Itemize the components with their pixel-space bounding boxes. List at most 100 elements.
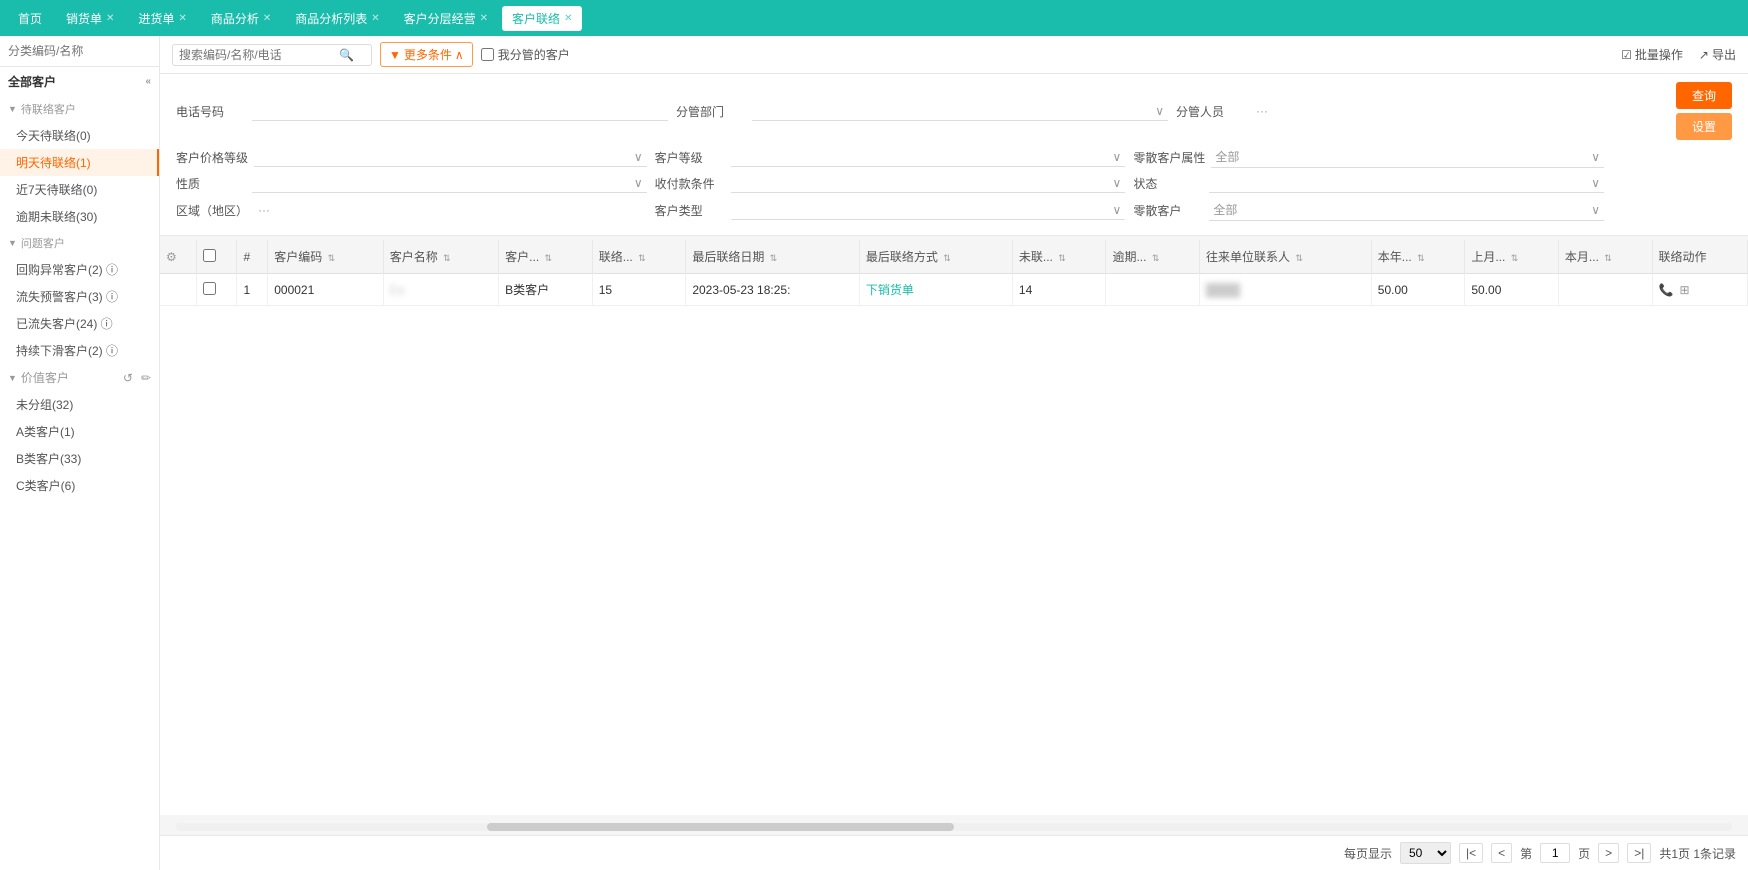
filter-select-retail-attr[interactable]: 全部 ∨	[1211, 146, 1604, 168]
filter-input-phone[interactable]	[252, 102, 668, 121]
row-checkbox[interactable]	[203, 282, 216, 295]
batch-icon: ☑	[1621, 48, 1632, 62]
collapse-icon: «	[145, 76, 151, 87]
sidebar-item-ungrouped[interactable]: 未分组(32)	[0, 391, 159, 418]
nav-home[interactable]: 首页	[8, 6, 52, 31]
last-contact-link[interactable]: 下销货单	[866, 283, 914, 297]
gear-icon[interactable]: ⚙	[166, 250, 177, 264]
sidebar-item-overdue-contact[interactable]: 逾期未联络(30)	[0, 203, 159, 230]
batch-ops-button[interactable]: ☑ 批量操作	[1621, 46, 1683, 63]
filter-select-department[interactable]: ∨	[752, 102, 1168, 121]
col-gear[interactable]: ⚙	[160, 240, 196, 274]
filter-retail-attr: 零散客户属性 全部 ∨	[1133, 146, 1604, 168]
nav-sales-order[interactable]: 销货单 ✕	[56, 6, 124, 31]
per-page-select[interactable]: 50 100 200	[1400, 842, 1451, 864]
edit-icon[interactable]: ✏	[141, 371, 151, 385]
nav-purchase-order[interactable]: 进货单 ✕	[128, 6, 196, 31]
filter-label-payment: 收付款条件	[655, 175, 725, 192]
filter-action-buttons: 查询 设置	[1676, 82, 1732, 140]
page-number-input[interactable]	[1540, 843, 1570, 863]
sidebar-item-declining[interactable]: 持续下滑客户(2) ⓘ	[0, 337, 159, 364]
first-page-button[interactable]: |<	[1459, 843, 1483, 863]
filter-payment: 收付款条件 ∨	[655, 174, 1126, 193]
action-icons: 📞 ⊞	[1659, 283, 1742, 297]
filter-dots-region[interactable]: ···	[254, 201, 274, 219]
close-icon[interactable]: ✕	[178, 13, 186, 24]
nav-product-analysis-list[interactable]: 商品分析列表 ✕	[285, 6, 389, 31]
sidebar-group-problem-customers[interactable]: 问题客户	[0, 230, 159, 256]
col-action: 联络动作	[1652, 240, 1748, 274]
filter-select-customer-level[interactable]: ∨	[731, 148, 1126, 167]
last-page-button[interactable]: >|	[1627, 843, 1651, 863]
sidebar-item-week-contact[interactable]: 近7天待联络(0)	[0, 176, 159, 203]
close-icon[interactable]: ✕	[480, 13, 488, 24]
filter-label-customer-level: 客户等级	[655, 149, 725, 166]
col-code[interactable]: 客户编码 ⇅	[268, 240, 383, 274]
filter-label-price-level: 客户价格等级	[176, 149, 248, 166]
search-input[interactable]	[179, 48, 339, 62]
sidebar-item-class-a[interactable]: A类客户(1)	[0, 418, 159, 445]
filter-select-status[interactable]: ∨	[1209, 174, 1604, 193]
sidebar-group-value-customers[interactable]: 价值客户 ↺ ✏	[0, 364, 159, 391]
nav-customer-contact[interactable]: 客户联络 ✕	[502, 6, 582, 31]
close-icon[interactable]: ✕	[564, 13, 572, 24]
sidebar-item-churned[interactable]: 已流失客户(24) ⓘ	[0, 310, 159, 337]
nav-customer-segmentation[interactable]: 客户分层经营 ✕	[394, 6, 498, 31]
filter-dots-person[interactable]: ···	[1252, 102, 1272, 120]
col-contact[interactable]: 联络... ⇅	[592, 240, 686, 274]
close-icon[interactable]: ✕	[371, 13, 379, 24]
col-checkbox[interactable]	[196, 240, 237, 274]
filter-select-customer-type[interactable]: ∨	[731, 201, 1126, 220]
filter-select-nature[interactable]: ∨	[252, 174, 647, 193]
filter-panel: 电话号码 分管部门 ∨ 分管人员 ··· 查询 设置	[160, 74, 1748, 236]
col-last-contact-date[interactable]: 最后联络日期 ⇅	[686, 240, 860, 274]
sidebar-group-pending-contact[interactable]: 待联络客户	[0, 96, 159, 122]
filter-select-price-level[interactable]: ∨	[254, 148, 647, 167]
col-overdue[interactable]: 逾期... ⇅	[1106, 240, 1200, 274]
sidebar-search-area: 🔍	[0, 36, 159, 67]
scroll-thumb[interactable]	[487, 823, 954, 831]
my-customers-checkbox-label[interactable]: 我分管的客户	[481, 46, 570, 63]
col-this-month[interactable]: 本月... ⇅	[1558, 240, 1652, 274]
more-conditions-button[interactable]: ▼ 更多条件 ∧	[380, 42, 473, 67]
sidebar-item-abnormal-repurchase[interactable]: 回购异常客户(2) ⓘ	[0, 256, 159, 283]
export-button[interactable]: ↗ 导出	[1699, 46, 1736, 63]
sidebar-item-churn-warning[interactable]: 流失预警客户(3) ⓘ	[0, 283, 159, 310]
sidebar-search-input[interactable]	[8, 44, 160, 58]
sidebar-item-tomorrow-contact[interactable]: 明天待联络(1)	[0, 149, 159, 176]
page-unit-label: 页	[1578, 845, 1590, 862]
query-button[interactable]: 查询	[1676, 82, 1732, 109]
my-customers-checkbox[interactable]	[481, 48, 494, 61]
refresh-icon[interactable]: ↺	[123, 371, 133, 385]
setting-button[interactable]: 设置	[1676, 113, 1732, 140]
col-name[interactable]: 客户名称 ⇅	[383, 240, 498, 274]
next-page-button[interactable]: >	[1598, 843, 1619, 863]
search-icon[interactable]: 🔍	[339, 48, 354, 62]
sidebar-item-class-b[interactable]: B类客户(33)	[0, 445, 159, 472]
filter-select-retail-customer[interactable]: 全部 ∨	[1209, 199, 1604, 221]
col-last-month[interactable]: 上月... ⇅	[1465, 240, 1559, 274]
all-customers-header[interactable]: 全部客户 «	[0, 67, 159, 96]
col-last-contact-method[interactable]: 最后联络方式 ⇅	[859, 240, 1012, 274]
chevron-down-icon: ∨	[1113, 150, 1122, 164]
cell-last-contact-method[interactable]: 下销货单	[859, 274, 1012, 306]
col-type[interactable]: 客户... ⇅	[499, 240, 593, 274]
nav-product-analysis[interactable]: 商品分析 ✕	[201, 6, 281, 31]
sort-icon: ⇅	[1295, 253, 1303, 263]
phone-icon[interactable]: 📞	[1659, 283, 1674, 297]
chevron-up-icon: ∧	[455, 48, 464, 62]
sidebar-item-today-contact[interactable]: 今天待联络(0)	[0, 122, 159, 149]
col-company-contact[interactable]: 往来单位联系人 ⇅	[1200, 240, 1372, 274]
sidebar-item-class-c[interactable]: C类客户(6)	[0, 472, 159, 499]
select-all-checkbox[interactable]	[203, 249, 216, 262]
filter-select-payment[interactable]: ∨	[731, 174, 1126, 193]
search-input-wrap: 🔍	[172, 44, 372, 66]
col-uncontacted[interactable]: 未联... ⇅	[1012, 240, 1106, 274]
cell-checkbox[interactable]	[196, 274, 237, 306]
close-icon[interactable]: ✕	[263, 13, 271, 24]
prev-page-button[interactable]: <	[1491, 843, 1512, 863]
table-container: ⚙ # 客户编码 ⇅ 客户名称 ⇅ 客户... ⇅ 联络... ⇅ 最后联络日期…	[160, 240, 1748, 815]
close-icon[interactable]: ✕	[106, 13, 114, 24]
qr-icon[interactable]: ⊞	[1679, 283, 1689, 297]
col-this-year[interactable]: 本年... ⇅	[1371, 240, 1465, 274]
